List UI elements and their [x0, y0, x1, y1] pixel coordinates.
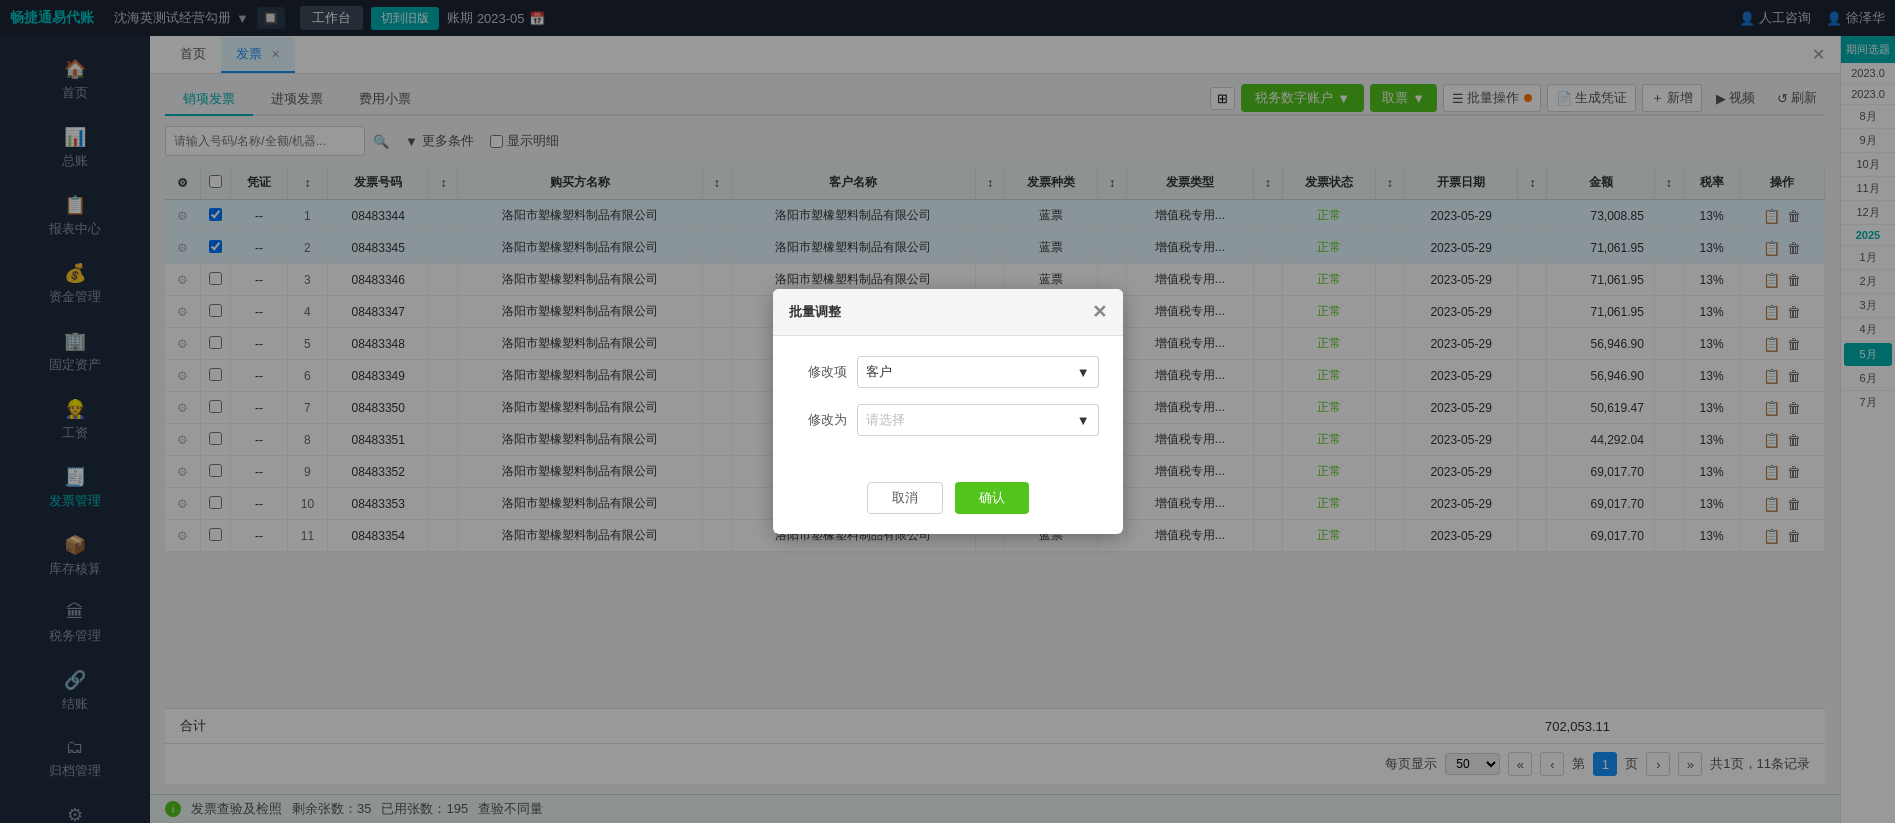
modify-to-row: 修改为 请选择 ▼: [797, 404, 1099, 436]
modify-item-dropdown-icon: ▼: [1077, 365, 1090, 380]
modify-item-label: 修改项: [797, 363, 847, 381]
modify-to-label: 修改为: [797, 411, 847, 429]
modal-body: 修改项 客户 ▼ 修改为 请选择 ▼: [773, 336, 1123, 472]
modify-to-dropdown-icon: ▼: [1077, 413, 1090, 428]
modal-overlay: 批量调整 ✕ 修改项 客户 ▼ 修改为 请选择 ▼ 取消 确认: [0, 0, 1895, 823]
modal-header: 批量调整 ✕: [773, 289, 1123, 336]
confirm-button[interactable]: 确认: [955, 482, 1029, 514]
modal-footer: 取消 确认: [773, 472, 1123, 534]
modify-to-placeholder: 请选择: [866, 411, 905, 429]
modify-item-select[interactable]: 客户 ▼: [857, 356, 1099, 388]
modal-title: 批量调整: [789, 303, 841, 321]
modify-item-row: 修改项 客户 ▼: [797, 356, 1099, 388]
modify-item-value: 客户: [866, 363, 892, 381]
modal-close-btn[interactable]: ✕: [1092, 301, 1107, 323]
modify-to-select[interactable]: 请选择 ▼: [857, 404, 1099, 436]
batch-adjust-modal: 批量调整 ✕ 修改项 客户 ▼ 修改为 请选择 ▼ 取消 确认: [773, 289, 1123, 534]
cancel-button[interactable]: 取消: [867, 482, 943, 514]
